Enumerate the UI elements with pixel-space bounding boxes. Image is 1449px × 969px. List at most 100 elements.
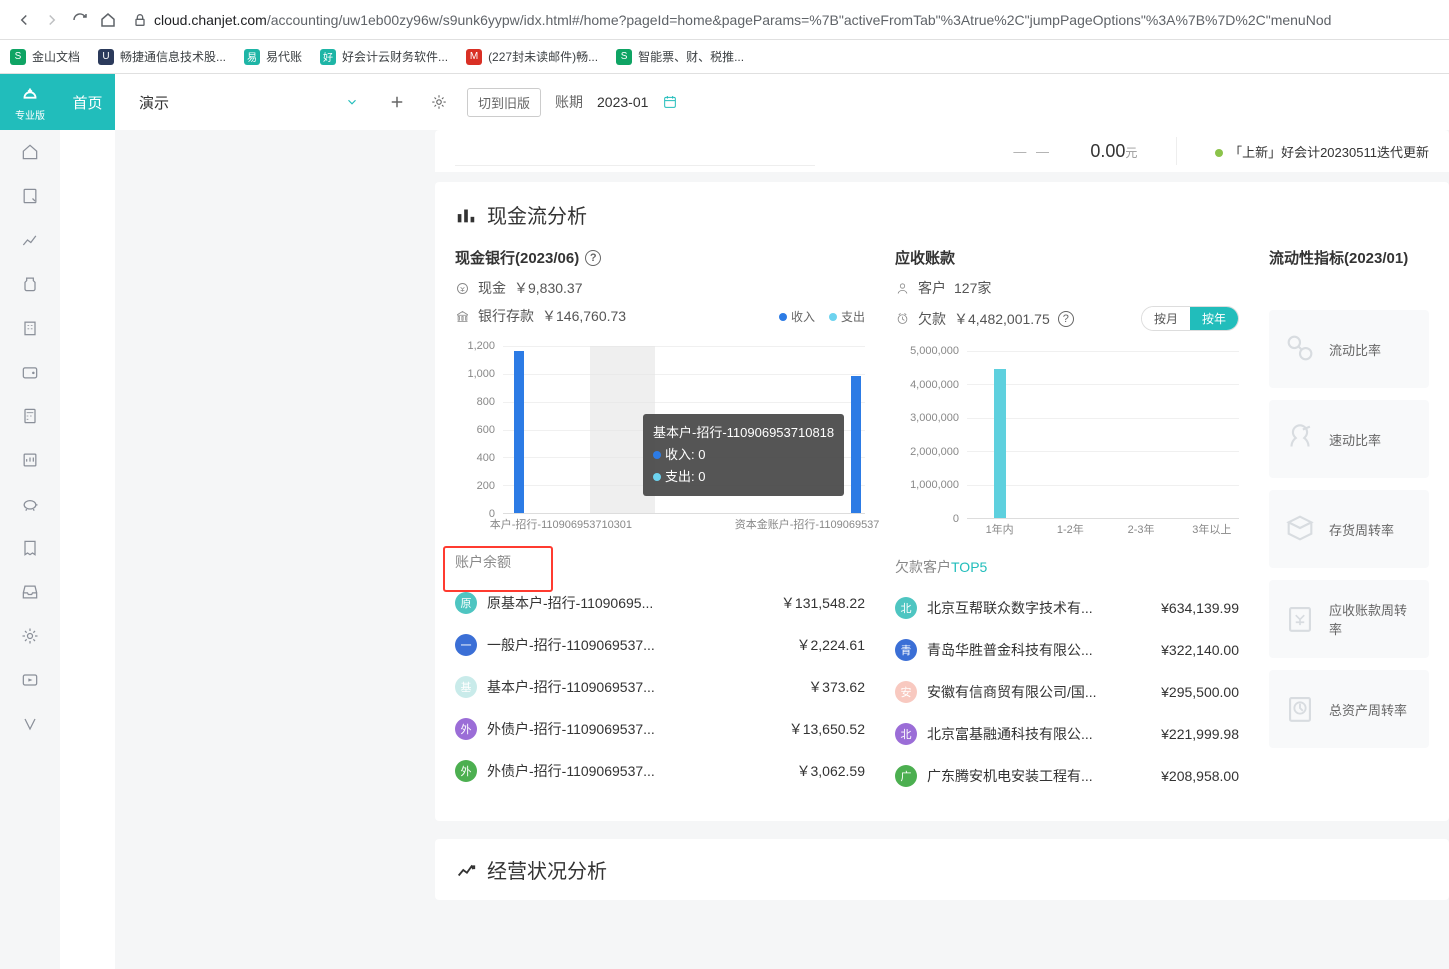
y-tick: 600 — [477, 424, 495, 436]
calendar-icon[interactable] — [662, 94, 678, 110]
liquidity-card[interactable]: 流动比率 — [1269, 310, 1429, 388]
liquidity-card[interactable]: 总资产周转率 — [1269, 670, 1429, 748]
news-item[interactable]: 「上新」好会计20230511迭代更新 — [1215, 142, 1429, 161]
nav-video-icon[interactable] — [0, 658, 60, 702]
owe-line: 欠款 ￥4,482,001.75 ? 按月 按年 — [895, 306, 1239, 331]
tab-home[interactable]: 首页 — [60, 74, 115, 130]
app-logo[interactable]: 专业版 — [0, 74, 60, 130]
ar-bar-chart[interactable]: 5,000,0004,000,0003,000,0002,000,0001,00… — [895, 351, 1239, 541]
owe-row[interactable]: 广广东腾安机电安装工程有...¥208,958.00 — [895, 755, 1239, 797]
favicon: S — [10, 49, 26, 65]
y-tick: 400 — [477, 452, 495, 464]
x-label: 3年以上 — [1192, 521, 1231, 537]
home-button[interactable] — [94, 6, 122, 34]
owe-row[interactable]: 北北京富基融通科技有限公...¥221,999.98 — [895, 713, 1239, 755]
account-row[interactable]: 一一般户-招行-1109069537...￥2,224.61 — [455, 624, 865, 666]
x-label: 1年内 — [986, 521, 1014, 537]
y-tick: 3,000,000 — [910, 412, 959, 424]
liquidity-card[interactable]: 存货周转率 — [1269, 490, 1429, 568]
toggle-year[interactable]: 按年 — [1190, 307, 1238, 330]
liquidity-card[interactable]: 应收账款周转率 — [1269, 580, 1429, 658]
clock-icon — [895, 311, 910, 326]
reload-button[interactable] — [66, 6, 94, 34]
forward-button[interactable] — [38, 6, 66, 34]
period-value: 2023-01 — [597, 94, 648, 110]
customer-line: 客户 127家 — [895, 278, 1239, 298]
url-text: cloud.chanjet.com/accounting/uw1eb00zy96… — [154, 12, 1331, 28]
panel-title: 现金流分析 — [487, 200, 587, 229]
nav-doc-icon[interactable] — [0, 174, 60, 218]
owe-row[interactable]: 北北京互帮联众数字技术有...¥634,139.99 — [895, 587, 1239, 629]
account-row[interactable]: 外外债户-招行-1109069537...￥3,062.59 — [455, 750, 865, 792]
bookmark-item[interactable]: S智能票、财、税推... — [616, 48, 744, 65]
nav-home-icon[interactable] — [0, 130, 60, 174]
owe-row[interactable]: 安安徽有信商贸有限公司/国...¥295,500.00 — [895, 671, 1239, 713]
bookmark-item[interactable]: U畅捷通信息技术股... — [98, 48, 226, 65]
y-tick: 4,000,000 — [910, 379, 959, 391]
address-bar[interactable]: cloud.chanjet.com/accounting/uw1eb00zy96… — [132, 5, 1439, 35]
bookmark-item[interactable]: 好好会计云财务软件... — [320, 48, 448, 65]
lock-icon — [132, 12, 154, 28]
ar-title: 应收账款 — [895, 247, 1239, 268]
bookmark-item[interactable]: M(227封未读邮件)畅... — [466, 48, 598, 65]
favicon: 易 — [244, 49, 260, 65]
switch-old-version-button[interactable]: 切到旧版 — [467, 88, 541, 117]
settings-button[interactable] — [425, 88, 453, 116]
owe-row[interactable]: 青青岛华胜普金科技有限公...¥322,140.00 — [895, 629, 1239, 671]
nav-calc-icon[interactable] — [0, 394, 60, 438]
y-tick: 200 — [477, 480, 495, 492]
nav-inbox-icon[interactable] — [0, 570, 60, 614]
nav-report-icon[interactable] — [0, 438, 60, 482]
account-avatar: 外 — [455, 718, 477, 740]
account-avatar: 基 — [455, 676, 477, 698]
trend-icon — [455, 859, 477, 881]
help-icon[interactable]: ? — [585, 250, 601, 266]
nav-building-icon[interactable] — [0, 306, 60, 350]
customer-avatar: 北 — [895, 597, 917, 619]
cashflow-panel: 现金流分析 现金银行(2023/06) ? 现金 ￥9,830.37 — [435, 182, 1449, 821]
favicon: 好 — [320, 49, 336, 65]
bookmark-item[interactable]: 易易代账 — [244, 48, 302, 65]
y-tick: 1,000,000 — [910, 479, 959, 491]
y-tick: 800 — [477, 396, 495, 408]
account-row[interactable]: 基基本户-招行-1109069537...￥373.62 — [455, 666, 865, 708]
nav-wallet-icon[interactable] — [0, 350, 60, 394]
favicon: M — [466, 49, 482, 65]
sidebar-sub: 首页 — [60, 74, 115, 969]
liquidity-title: 流动性指标(2023/01) — [1269, 247, 1429, 268]
account-row[interactable]: 外外债户-招行-1109069537...￥13,650.52 — [455, 708, 865, 750]
back-button[interactable] — [10, 6, 38, 34]
nav-v-icon[interactable] — [0, 702, 60, 746]
nav-jar-icon[interactable] — [0, 262, 60, 306]
nav-invoice-icon[interactable] — [0, 526, 60, 570]
add-button[interactable] — [383, 88, 411, 116]
period-label: 账期 — [555, 92, 583, 112]
y-tick: 5,000,000 — [910, 345, 959, 357]
nav-gear-icon[interactable] — [0, 614, 60, 658]
nav-chart-icon[interactable] — [0, 218, 60, 262]
nav-piggy-icon[interactable] — [0, 482, 60, 526]
summary-strip: — — 0.00元 「上新」好会计20230511迭代更新 — [435, 130, 1449, 172]
chart-tooltip: 基本户-招行-110906953710818 收入: 0 支出: 0 — [643, 414, 844, 496]
panel-title: 经营状况分析 — [487, 855, 607, 884]
bookmark-item[interactable]: S金山文档 — [10, 48, 80, 65]
favicon: S — [616, 49, 632, 65]
bank-icon — [455, 309, 470, 324]
y-tick: 1,000 — [467, 368, 495, 380]
deposit-line: 银行存款 ￥146,760.73 收入 支出 — [455, 306, 865, 326]
help-icon[interactable]: ? — [1058, 311, 1074, 327]
top-bar: 演示 切到旧版 账期 2023-01 — [115, 74, 1449, 130]
balance-label: 账户余额 — [455, 552, 865, 572]
account-avatar: 外 — [455, 760, 477, 782]
customer-avatar: 北 — [895, 723, 917, 745]
cash-bar-chart[interactable]: 1,2001,0008006004002000 — [455, 346, 865, 536]
company-selector[interactable]: 演示 — [129, 86, 369, 118]
account-row[interactable]: 原原基本户-招行-11090695...￥131,548.22 — [455, 582, 865, 624]
liquidity-card[interactable]: 速动比率 — [1269, 400, 1429, 478]
period-toggle: 按月 按年 — [1141, 306, 1239, 331]
user-icon — [895, 281, 910, 296]
account-avatar: 原 — [455, 592, 477, 614]
customer-avatar: 安 — [895, 681, 917, 703]
toggle-month[interactable]: 按月 — [1142, 307, 1190, 330]
chevron-down-icon — [345, 95, 359, 109]
